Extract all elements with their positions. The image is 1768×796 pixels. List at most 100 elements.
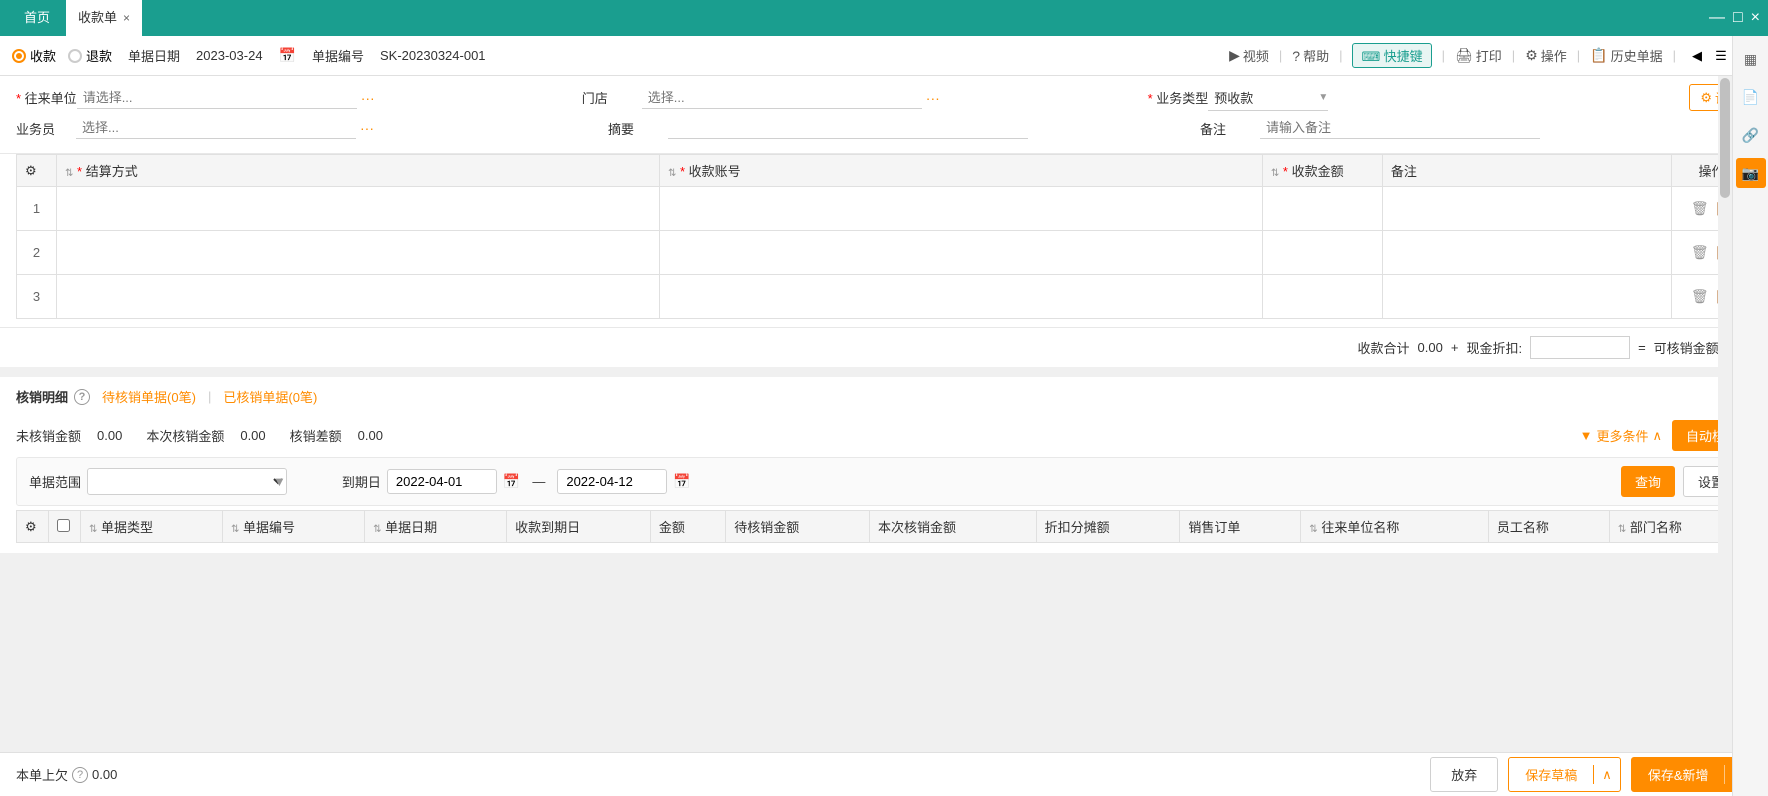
table-row: 1 🗑 📋 — [17, 187, 1752, 231]
shortcut-label: 快捷键 — [1384, 49, 1423, 64]
row-2-amount[interactable] — [1262, 231, 1382, 275]
store-more-icon[interactable]: ··· — [926, 90, 940, 106]
col-pending-amount: 待核销金额 — [726, 511, 870, 543]
due-date-field: 到期日 📅 — 📅 — [342, 469, 691, 494]
tab-active[interactable]: 收款单 × — [66, 0, 142, 36]
radio-tuikuan-circle — [68, 49, 82, 63]
col-account-header: ⇅ * 收款账号 — [659, 155, 1262, 187]
shortcut-btn[interactable]: ⌨ 快捷键 — [1352, 43, 1431, 68]
due-from-input[interactable] — [387, 469, 497, 494]
list-view-icon[interactable]: ☰ — [1710, 45, 1732, 67]
store-label: 门店 — [582, 88, 642, 107]
staff-input[interactable] — [76, 117, 356, 139]
row-3-settlement[interactable] — [57, 275, 660, 319]
stat-label: 本单上欠 — [16, 765, 68, 784]
table-gear-header[interactable]: ⚙ — [17, 155, 57, 187]
maximize-icon[interactable]: □ — [1733, 9, 1743, 27]
staff-field: 业务员 ··· — [16, 117, 568, 139]
business-type-select[interactable]: 预收款 ▼ — [1208, 85, 1328, 111]
due-to-input[interactable] — [557, 469, 667, 494]
row-3-remark[interactable] — [1382, 275, 1671, 319]
prev-icon[interactable]: ◀ — [1686, 45, 1708, 67]
row-1-amount[interactable] — [1262, 187, 1382, 231]
keyboard-icon: ⌨ — [1361, 49, 1380, 64]
calendar-toolbar-icon[interactable]: 📅 — [279, 47, 296, 64]
summary-input[interactable] — [668, 117, 1028, 139]
row-2-remark[interactable] — [1382, 231, 1671, 275]
discount-input[interactable] — [1530, 336, 1630, 359]
counterparty-input[interactable] — [77, 87, 357, 109]
row-3-account[interactable] — [659, 275, 1262, 319]
form-row-1: * 往来单位 ··· 门店 ··· * 业务类型 预收款 ▼ ⚙ 设置 — [16, 84, 1752, 111]
reconcile-title-text: 核销明细 — [16, 387, 68, 406]
video-btn[interactable]: ▶ 视频 — [1229, 46, 1269, 65]
staff-more-icon[interactable]: ··· — [360, 120, 374, 136]
equals-sign: = — [1638, 340, 1646, 355]
print-label: 打印 — [1476, 46, 1502, 65]
save-draft-arrow-icon[interactable]: ∧ — [1594, 767, 1620, 783]
remark-label: 备注 — [1200, 119, 1260, 138]
operation-btn[interactable]: ⚙ 操作 — [1525, 46, 1567, 65]
video-icon: ▶ — [1229, 47, 1240, 64]
save-draft-btn[interactable]: 保存草稿 ∧ — [1508, 757, 1621, 792]
sidebar-link-icon[interactable]: 🔗 — [1736, 120, 1766, 150]
row-3-delete-icon[interactable]: 🗑 — [1691, 288, 1709, 305]
row-1-num: 1 — [17, 187, 57, 231]
counterparty-label: * 往来单位 — [16, 88, 77, 107]
row-3-amount[interactable] — [1262, 275, 1382, 319]
done-tab[interactable]: 已核销单据(0笔) — [223, 387, 317, 406]
radio-shoukuan-circle — [12, 49, 26, 63]
due-from-calendar-icon[interactable]: 📅 — [503, 473, 520, 490]
abandon-btn[interactable]: 放弃 — [1430, 757, 1498, 792]
col-employee-name: 员工名称 — [1488, 511, 1609, 543]
uncancelled-label: 未核销金额 — [16, 426, 81, 445]
query-btn[interactable]: 查询 — [1621, 466, 1675, 497]
counterparty-more-icon[interactable]: ··· — [361, 90, 375, 106]
pending-tab[interactable]: 待核销单据(0笔) — [102, 387, 196, 406]
row-1-delete-icon[interactable]: 🗑 — [1691, 200, 1709, 217]
store-input[interactable] — [642, 87, 922, 109]
stat-info-icon[interactable]: ? — [72, 767, 88, 783]
reconcile-info-icon[interactable]: ? — [74, 389, 90, 405]
total-label: 收款合计 — [1358, 338, 1410, 357]
save-new-label: 保存&新增 — [1632, 765, 1726, 784]
bottom-table-gear[interactable]: ⚙ — [17, 511, 49, 543]
chevron-up-icon: ∧ — [1652, 428, 1662, 444]
row-2-account[interactable] — [659, 231, 1262, 275]
help-btn[interactable]: ? 帮助 — [1292, 46, 1329, 65]
row-2-settlement[interactable] — [57, 231, 660, 275]
select-all-checkbox[interactable] — [57, 519, 70, 532]
range-select[interactable] — [87, 468, 287, 495]
remark-input[interactable] — [1260, 117, 1540, 139]
row-1-remark[interactable] — [1382, 187, 1671, 231]
close-window-icon[interactable]: × — [1751, 9, 1760, 27]
current-label: 本次核销金额 — [146, 426, 224, 445]
form-section: * 往来单位 ··· 门店 ··· * 业务类型 预收款 ▼ ⚙ 设置 — [0, 76, 1768, 154]
row-1-settlement[interactable] — [57, 187, 660, 231]
sidebar-document-icon[interactable]: 📄 — [1736, 82, 1766, 112]
history-btn[interactable]: 📋 历史单据 — [1590, 46, 1662, 65]
scrollbar-thumb[interactable] — [1720, 78, 1730, 198]
print-btn[interactable]: 🖨 打印 — [1455, 46, 1502, 65]
radio-shoukuan[interactable]: 收款 — [12, 46, 56, 65]
due-to-calendar-icon[interactable]: 📅 — [673, 473, 690, 490]
tab-home[interactable]: 首页 — [8, 0, 66, 36]
single-num-label: 单据编号 — [312, 46, 364, 65]
table-row: 3 🗑 📋 — [17, 275, 1752, 319]
more-conditions-btn[interactable]: ▼ 更多条件 ∧ — [1580, 426, 1662, 445]
settings-icon: ⚙ — [1700, 90, 1712, 106]
payment-table: ⚙ ⇅ * 结算方式 ⇅ * 收款账号 ⇅ * 收款金额 备注 — [16, 154, 1752, 319]
radio-tuikuan[interactable]: 退款 — [68, 46, 112, 65]
bottom-table-checkbox[interactable] — [49, 511, 81, 543]
sidebar-table-icon[interactable]: ▦ — [1736, 44, 1766, 74]
tab-active-label: 收款单 — [78, 0, 117, 36]
row-1-account[interactable] — [659, 187, 1262, 231]
uncancelled-value: 0.00 — [97, 428, 122, 443]
minimize-icon[interactable]: — — [1709, 9, 1725, 27]
row-2-delete-icon[interactable]: 🗑 — [1691, 244, 1709, 261]
col-amount: 金额 — [650, 511, 725, 543]
tab-close-icon[interactable]: × — [123, 0, 130, 36]
sidebar-camera-icon[interactable]: 📷 — [1736, 158, 1766, 188]
current-value: 0.00 — [240, 428, 265, 443]
scrollbar-area[interactable] — [1718, 76, 1732, 752]
